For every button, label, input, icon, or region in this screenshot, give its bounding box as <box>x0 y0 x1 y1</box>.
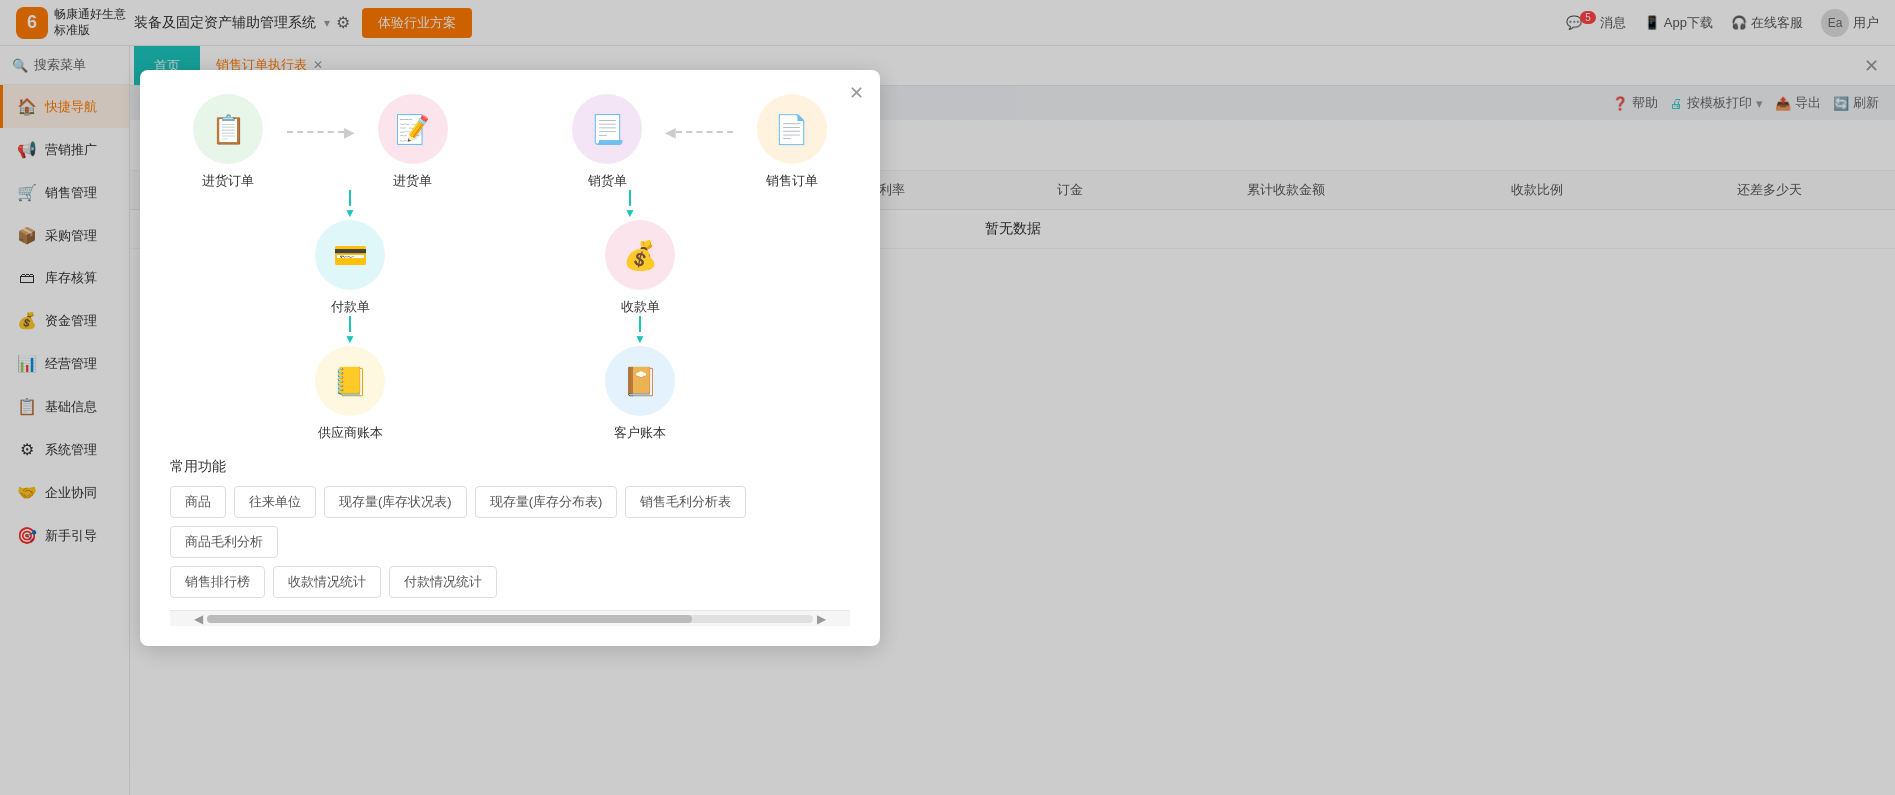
sales-bill-icon: 📃 <box>590 113 625 146</box>
purchase-bill-icon: 📝 <box>395 113 430 146</box>
node-customer-account: 📔 客户账本 <box>580 346 700 442</box>
modal-close-button[interactable]: ✕ <box>849 82 864 104</box>
cf-btn-stock-status[interactable]: 现存量(库存状况表) <box>324 486 467 518</box>
workflow-arrows-down: ▼ ▼ <box>170 190 850 220</box>
common-functions-buttons-2: 销售排行榜 收款情况统计 付款情况统计 <box>170 566 850 598</box>
scroll-left-icon[interactable]: ◀ <box>190 612 207 626</box>
node-receipt-bill: 💰 收款单 <box>580 220 700 316</box>
cf-btn-sales-rank[interactable]: 销售排行榜 <box>170 566 265 598</box>
cf-btn-receipt-stats[interactable]: 收款情况统计 <box>273 566 381 598</box>
node-purchase-bill: 📝 进货单 <box>355 94 472 190</box>
workflow-row-1: 📋 进货订单 ▶ 📝 进货单 📃 <box>170 94 850 190</box>
scrollbar-thumb <box>207 615 692 623</box>
arrow-down-payment: ▼ <box>290 316 410 346</box>
workflow-modal: ✕ 📋 进货订单 ▶ 📝 进货单 <box>140 70 880 646</box>
workflow-row-3: 📒 供应商账本 📔 客户账本 <box>170 346 850 442</box>
cf-btn-product-margin[interactable]: 商品毛利分析 <box>170 526 278 558</box>
cf-btn-counterpart[interactable]: 往来单位 <box>234 486 316 518</box>
node-supplier-account: 📒 供应商账本 <box>290 346 410 442</box>
cf-btn-stock-dist[interactable]: 现存量(库存分布表) <box>475 486 618 518</box>
payment-bill-icon: 💳 <box>333 239 368 272</box>
scroll-right-icon[interactable]: ▶ <box>813 612 830 626</box>
workflow-diagram: 📋 进货订单 ▶ 📝 进货单 📃 <box>170 94 850 442</box>
node-sales-order: 📄 销售订单 <box>733 94 850 190</box>
arrow-down-purchase: ▼ <box>290 190 410 220</box>
common-functions: 常用功能 商品 往来单位 现存量(库存状况表) 现存量(库存分布表) 销售毛利分… <box>170 458 850 598</box>
node-sales-bill: 📃 销货单 <box>549 94 666 190</box>
cf-btn-payment-stats[interactable]: 付款情况统计 <box>389 566 497 598</box>
arrow-down-sales: ▼ <box>570 190 690 220</box>
arrow-right-1: ▶ <box>287 124 355 140</box>
arrow-left-1: ◀ <box>665 124 733 140</box>
workflow-arrows-down-2: ▼ ▼ <box>170 316 850 346</box>
common-functions-buttons: 商品 往来单位 现存量(库存状况表) 现存量(库存分布表) 销售毛利分析表 商品… <box>170 486 850 558</box>
purchase-order-icon: 📋 <box>211 113 246 146</box>
cf-btn-sales-margin[interactable]: 销售毛利分析表 <box>625 486 746 518</box>
cf-btn-product[interactable]: 商品 <box>170 486 226 518</box>
node-purchase-order: 📋 进货订单 <box>170 94 287 190</box>
workflow-row-2: 💳 付款单 💰 收款单 <box>170 220 850 316</box>
receipt-bill-icon: 💰 <box>623 239 658 272</box>
arrow-down-receipt: ▼ <box>580 316 700 346</box>
scrollbar-track[interactable] <box>207 615 813 623</box>
common-functions-title: 常用功能 <box>170 458 850 476</box>
modal-scrollbar: ◀ ▶ <box>170 610 850 626</box>
supplier-account-icon: 📒 <box>333 365 368 398</box>
node-payment-bill: 💳 付款单 <box>290 220 410 316</box>
customer-account-icon: 📔 <box>623 365 658 398</box>
sales-order-icon: 📄 <box>774 113 809 146</box>
